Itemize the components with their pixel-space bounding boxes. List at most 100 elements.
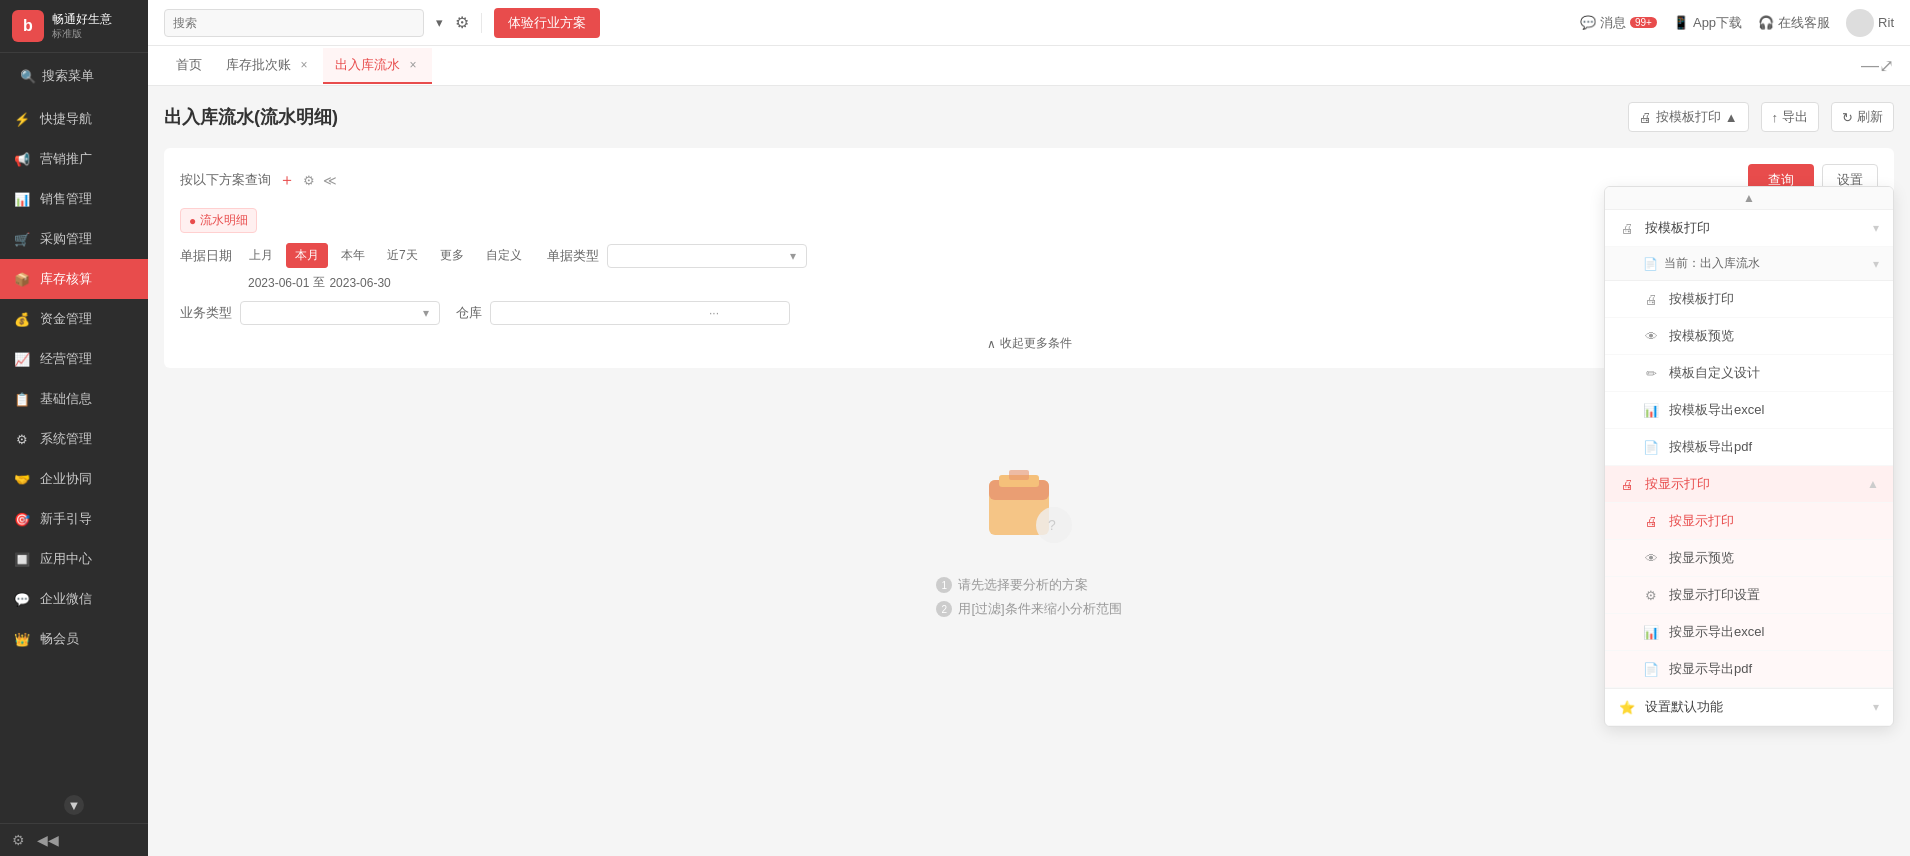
- custom-date-btn[interactable]: 自定义: [477, 243, 531, 268]
- purchase-icon: 🛒: [12, 229, 32, 249]
- display-print-header-arrow: ▲: [1867, 477, 1879, 491]
- default-icon: ⭐: [1619, 699, 1635, 715]
- sidebar-item-enterprise-wechat[interactable]: 💬 企业微信: [0, 579, 148, 619]
- display-preview-item[interactable]: 👁 按显示预览: [1605, 540, 1893, 577]
- step2-text: 用[过滤]条件来缩小分析范围: [958, 600, 1121, 618]
- template-pdf-label: 按模板导出pdf: [1669, 438, 1752, 456]
- template-print-item[interactable]: 🖨 按模板打印: [1605, 281, 1893, 318]
- this-month-btn[interactable]: 本月: [286, 243, 328, 268]
- collapse-sidebar-icon[interactable]: ◀◀: [37, 832, 59, 848]
- sidebar-logo: b 畅通好生意 标准版: [0, 0, 148, 53]
- empty-illustration: ?: [979, 460, 1079, 560]
- print-button[interactable]: 🖨 按模板打印 ▲: [1628, 102, 1749, 132]
- template-preview-item[interactable]: 👁 按模板预览: [1605, 318, 1893, 355]
- sidebar-item-beginner[interactable]: 🎯 新手引导: [0, 499, 148, 539]
- print-dropdown-arrow[interactable]: ▲: [1725, 110, 1738, 125]
- topbar-gear-icon[interactable]: ⚙: [455, 13, 469, 32]
- avatar: [1846, 9, 1874, 37]
- message-button[interactable]: 💬 消息 99+: [1580, 14, 1657, 32]
- search-icon: 🔍: [20, 69, 36, 84]
- current-selection: 📄 当前：出入库流水 ▾: [1605, 247, 1893, 281]
- print-label: 按模板打印: [1656, 108, 1721, 126]
- topbar-search-wrap[interactable]: [164, 9, 424, 37]
- filter-collapse-icon[interactable]: ≪: [323, 173, 337, 188]
- template-excel-item[interactable]: 📊 按模板导出excel: [1605, 392, 1893, 429]
- sidebar-item-label: 库存核算: [40, 270, 92, 288]
- quick-nav-icon: ⚡: [12, 109, 32, 129]
- scroll-up-indicator[interactable]: ▲: [1605, 187, 1893, 210]
- sidebar-item-operations[interactable]: 📈 经营管理: [0, 339, 148, 379]
- sidebar-scroll-down[interactable]: ▼: [64, 795, 84, 815]
- last-7days-btn[interactable]: 近7天: [378, 243, 427, 268]
- sidebar-item-membership[interactable]: 👑 畅会员: [0, 619, 148, 659]
- export-button[interactable]: ↑ 导出: [1761, 102, 1820, 132]
- sidebar-item-enterprise-coop[interactable]: 🤝 企业协同: [0, 459, 148, 499]
- display-print-settings-item[interactable]: ⚙ 按显示打印设置: [1605, 577, 1893, 614]
- topbar-search-input[interactable]: [164, 9, 424, 37]
- filter-date-item: 单据日期 上月 本月 本年 近7天 更多 自定义: [180, 243, 531, 268]
- sidebar-item-quick-nav[interactable]: ⚡ 快捷导航: [0, 99, 148, 139]
- tab-home[interactable]: 首页: [164, 48, 214, 84]
- template-print-header[interactable]: 🖨 按模板打印 ▾: [1605, 210, 1893, 247]
- enterprise-wechat-icon: 💬: [12, 589, 32, 609]
- sidebar-item-inventory[interactable]: 📦 库存核算: [0, 259, 148, 299]
- sidebar-item-finance[interactable]: 💰 资金管理: [0, 299, 148, 339]
- expand-icon[interactable]: ⤢: [1879, 55, 1894, 77]
- display-print-item[interactable]: 🖨 按显示打印: [1605, 503, 1893, 540]
- enterprise-coop-icon: 🤝: [12, 469, 32, 489]
- sidebar-item-system[interactable]: ⚙ 系统管理: [0, 419, 148, 459]
- date-label: 单据日期: [180, 247, 232, 265]
- more-date-btn[interactable]: 更多: [431, 243, 473, 268]
- app-download-button[interactable]: 📱 App下载: [1673, 14, 1742, 32]
- user-avatar-area[interactable]: Rit: [1846, 9, 1894, 37]
- this-year-btn[interactable]: 本年: [332, 243, 374, 268]
- tab-batch-account[interactable]: 库存批次账 ×: [214, 48, 323, 84]
- tab-stock-flow[interactable]: 出入库流水 ×: [323, 48, 432, 84]
- warehouse-item: 仓库 ···: [456, 301, 790, 325]
- last-month-btn[interactable]: 上月: [240, 243, 282, 268]
- sidebar-item-app-center[interactable]: 🔲 应用中心: [0, 539, 148, 579]
- search-menu-button[interactable]: 🔍 搜索菜单: [12, 61, 136, 91]
- minimize-icon[interactable]: —: [1861, 55, 1879, 76]
- message-badge: 99+: [1630, 17, 1657, 28]
- version-label: 标准版: [52, 27, 112, 40]
- message-label: 消息: [1600, 14, 1626, 32]
- customer-service-button[interactable]: 🎧 在线客服: [1758, 14, 1830, 32]
- logo-text: 畅通好生意 标准版: [52, 12, 112, 41]
- message-icon: 💬: [1580, 15, 1596, 30]
- settings-bottom-icon[interactable]: ⚙: [12, 832, 25, 848]
- print-sub-icon: 🖨: [1643, 291, 1659, 307]
- sidebar-item-label: 经营管理: [40, 350, 92, 368]
- page-actions: 🖨 按模板打印 ▲ ↑ 导出 ↻ 刷新: [1628, 102, 1894, 132]
- business-type-select[interactable]: ▾: [240, 301, 440, 325]
- warehouse-select[interactable]: ···: [490, 301, 790, 325]
- close-stock-flow-tab-icon[interactable]: ×: [406, 58, 420, 72]
- refresh-button[interactable]: ↻ 刷新: [1831, 102, 1894, 132]
- sidebar-navigation: ⚡ 快捷导航 📢 营销推广 📊 销售管理 🛒 采购管理 📦 库存核算 💰 资金管…: [0, 99, 148, 791]
- business-dropdown-arrow: ▾: [423, 306, 429, 320]
- warehouse-more-icon[interactable]: ···: [709, 306, 719, 320]
- display-pdf-item[interactable]: 📄 按显示导出pdf: [1605, 651, 1893, 688]
- display-print-header[interactable]: 🖨 按显示打印 ▲: [1605, 466, 1893, 503]
- sidebar-search[interactable]: 🔍 搜索菜单: [0, 53, 148, 99]
- topbar-dropdown-arrow[interactable]: ▾: [436, 15, 443, 30]
- type-label: 单据类型: [547, 247, 599, 265]
- sidebar-item-marketing[interactable]: 📢 营销推广: [0, 139, 148, 179]
- sidebar-item-sales[interactable]: 📊 销售管理: [0, 179, 148, 219]
- display-excel-item[interactable]: 📊 按显示导出excel: [1605, 614, 1893, 651]
- close-batch-tab-icon[interactable]: ×: [297, 58, 311, 72]
- template-pdf-item[interactable]: 📄 按模板导出pdf: [1605, 429, 1893, 466]
- basic-info-icon: 📋: [12, 389, 32, 409]
- type-select[interactable]: ▾: [607, 244, 807, 268]
- template-design-item[interactable]: ✏ 模板自定义设计: [1605, 355, 1893, 392]
- filter-settings-icon[interactable]: ⚙: [303, 173, 315, 188]
- active-filter-tag[interactable]: ● 流水明细: [180, 208, 257, 233]
- topbar-divider: [481, 13, 482, 33]
- filter-add-icon[interactable]: ＋: [279, 170, 295, 191]
- sidebar-item-basic-info[interactable]: 📋 基础信息: [0, 379, 148, 419]
- sidebar-item-purchase[interactable]: 🛒 采购管理: [0, 219, 148, 259]
- set-default-item[interactable]: ⭐ 设置默认功能 ▾: [1605, 688, 1893, 726]
- topbar-right: 💬 消息 99+ 📱 App下载 🎧 在线客服 Rit: [1580, 9, 1894, 37]
- preview-sub-icon: 👁: [1643, 328, 1659, 344]
- trial-button[interactable]: 体验行业方案: [494, 8, 600, 38]
